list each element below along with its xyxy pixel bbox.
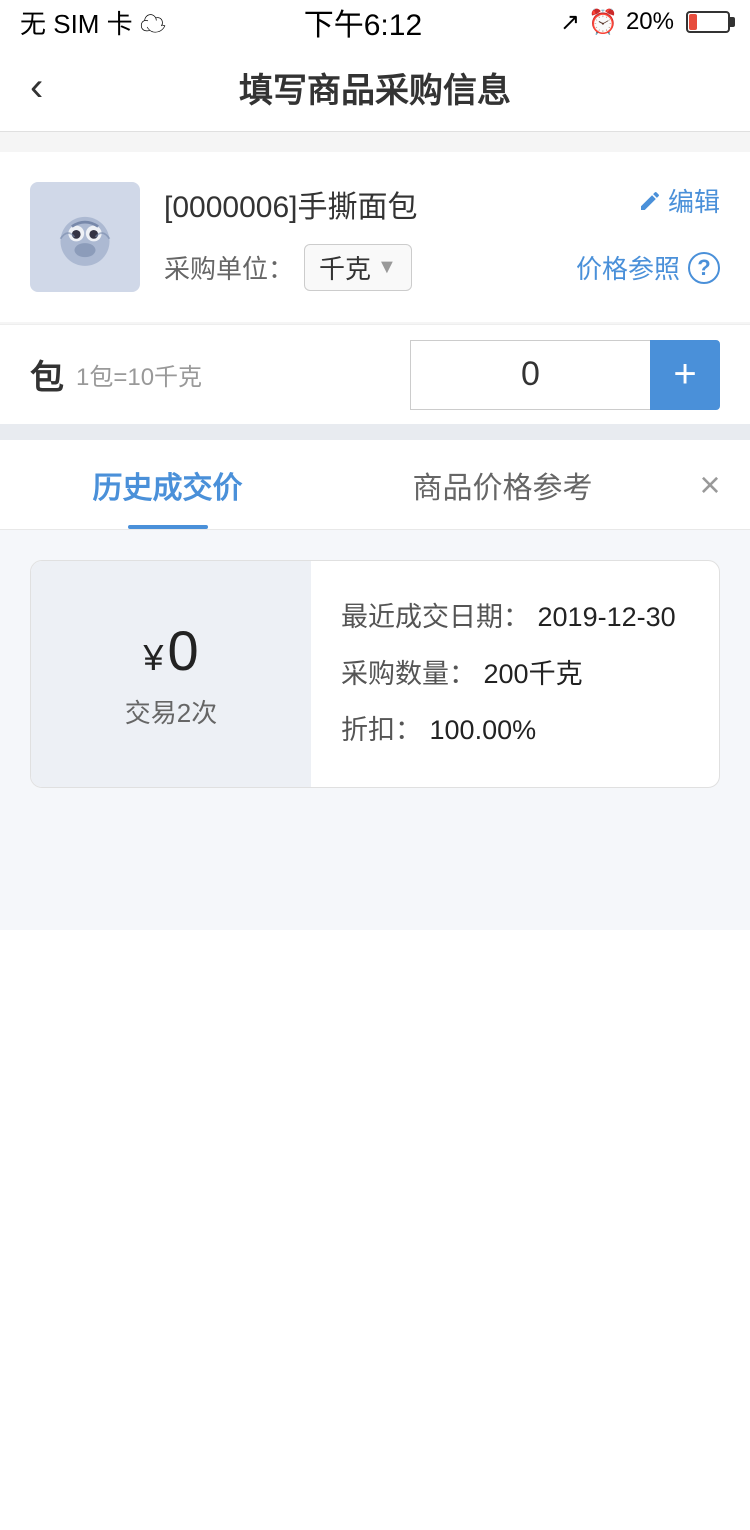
price-ref-button[interactable]: 价格参照 ? [576, 249, 720, 286]
quantity-row: 包 1包=10千克 0 + [0, 324, 750, 424]
qty-label: 采购数量： [341, 659, 476, 689]
unit-label: 采购单位： [164, 249, 294, 286]
discount-value: 100.00% [430, 715, 537, 745]
edit-icon [638, 189, 662, 213]
unit-value: 千克 [319, 249, 371, 286]
location-icon: ↗ [560, 8, 580, 37]
back-button[interactable]: ‹ [30, 55, 63, 120]
price-detail-discount: 折扣： 100.00% [341, 710, 689, 751]
close-button[interactable]: × [670, 440, 750, 529]
unit-select[interactable]: 千克 ▼ [304, 244, 412, 291]
status-bar: 无 SIM 卡 ☁ 下午6:12 ↗ ⏰ 20% [0, 0, 750, 44]
bottom-area [0, 930, 750, 1530]
dropdown-arrow-icon: ▼ [377, 256, 397, 279]
clock: 下午6:12 [304, 0, 422, 44]
status-left: 无 SIM 卡 ☁ [20, 4, 166, 41]
content-area: ¥0 交易2次 最近成交日期： 2019-12-30 采购数量： 200千克 折… [0, 530, 750, 930]
edit-label: 编辑 [668, 182, 720, 219]
quantity-plus-button[interactable]: + [650, 340, 720, 410]
price-summary: ¥0 交易2次 [31, 561, 311, 787]
price-detail-date: 最近成交日期： 2019-12-30 [341, 597, 689, 638]
battery-percent: 20% [626, 8, 674, 36]
status-right: ↗ ⏰ 20% [560, 8, 730, 37]
page-title: 填写商品采购信息 [239, 63, 511, 112]
unit-row: 采购单位： 千克 ▼ 价格参照 ? [164, 244, 720, 291]
product-card: [0000006]手撕面包 编辑 采购单位： 千克 ▼ 价格参照 ? [0, 152, 750, 322]
date-value: 2019-12-30 [538, 602, 676, 632]
price-details: 最近成交日期： 2019-12-30 采购数量： 200千克 折扣： 100.0… [311, 561, 719, 787]
tabs-bar: 历史成交价 商品价格参考 × [0, 440, 750, 530]
product-header: [0000006]手撕面包 编辑 [164, 182, 720, 226]
trade-count: 交易2次 [125, 693, 217, 730]
section-divider [0, 424, 750, 440]
tab-active-indicator [128, 525, 208, 529]
price-amount: ¥0 [143, 618, 198, 683]
price-detail-qty: 采购数量： 200千克 [341, 654, 689, 695]
battery-icon [686, 11, 730, 33]
question-icon: ? [688, 252, 720, 284]
product-thumbnail [30, 182, 140, 292]
unit-conversion-label: 1包=10千克 [76, 357, 202, 392]
price-ref-label: 价格参照 [576, 249, 680, 286]
quantity-control: 0 + [230, 340, 720, 410]
discount-label: 折扣： [341, 715, 422, 745]
unit-bag-label: 包 [30, 350, 64, 399]
price-card: ¥0 交易2次 最近成交日期： 2019-12-30 采购数量： 200千克 折… [30, 560, 720, 788]
qty-value: 200千克 [484, 659, 583, 689]
quantity-input[interactable]: 0 [410, 340, 650, 410]
product-info: [0000006]手撕面包 编辑 采购单位： 千克 ▼ 价格参照 ? [164, 182, 720, 291]
tab1-label: 历史成交价 [93, 463, 243, 507]
tab-product-price-ref[interactable]: 商品价格参考 [335, 440, 670, 529]
product-name: [0000006]手撕面包 [164, 182, 417, 226]
date-label: 最近成交日期： [341, 602, 530, 632]
product-logo-icon [50, 202, 120, 272]
currency-symbol: ¥ [143, 637, 163, 678]
nav-bar: ‹ 填写商品采购信息 [0, 44, 750, 132]
edit-button[interactable]: 编辑 [638, 182, 720, 219]
no-sim-label: 无 SIM 卡 ☁ [20, 4, 166, 41]
unit-info: 包 1包=10千克 [30, 350, 230, 399]
alarm-icon: ⏰ [588, 8, 618, 37]
tab2-label: 商品价格参考 [413, 463, 593, 507]
tab-history-price[interactable]: 历史成交价 [0, 440, 335, 529]
